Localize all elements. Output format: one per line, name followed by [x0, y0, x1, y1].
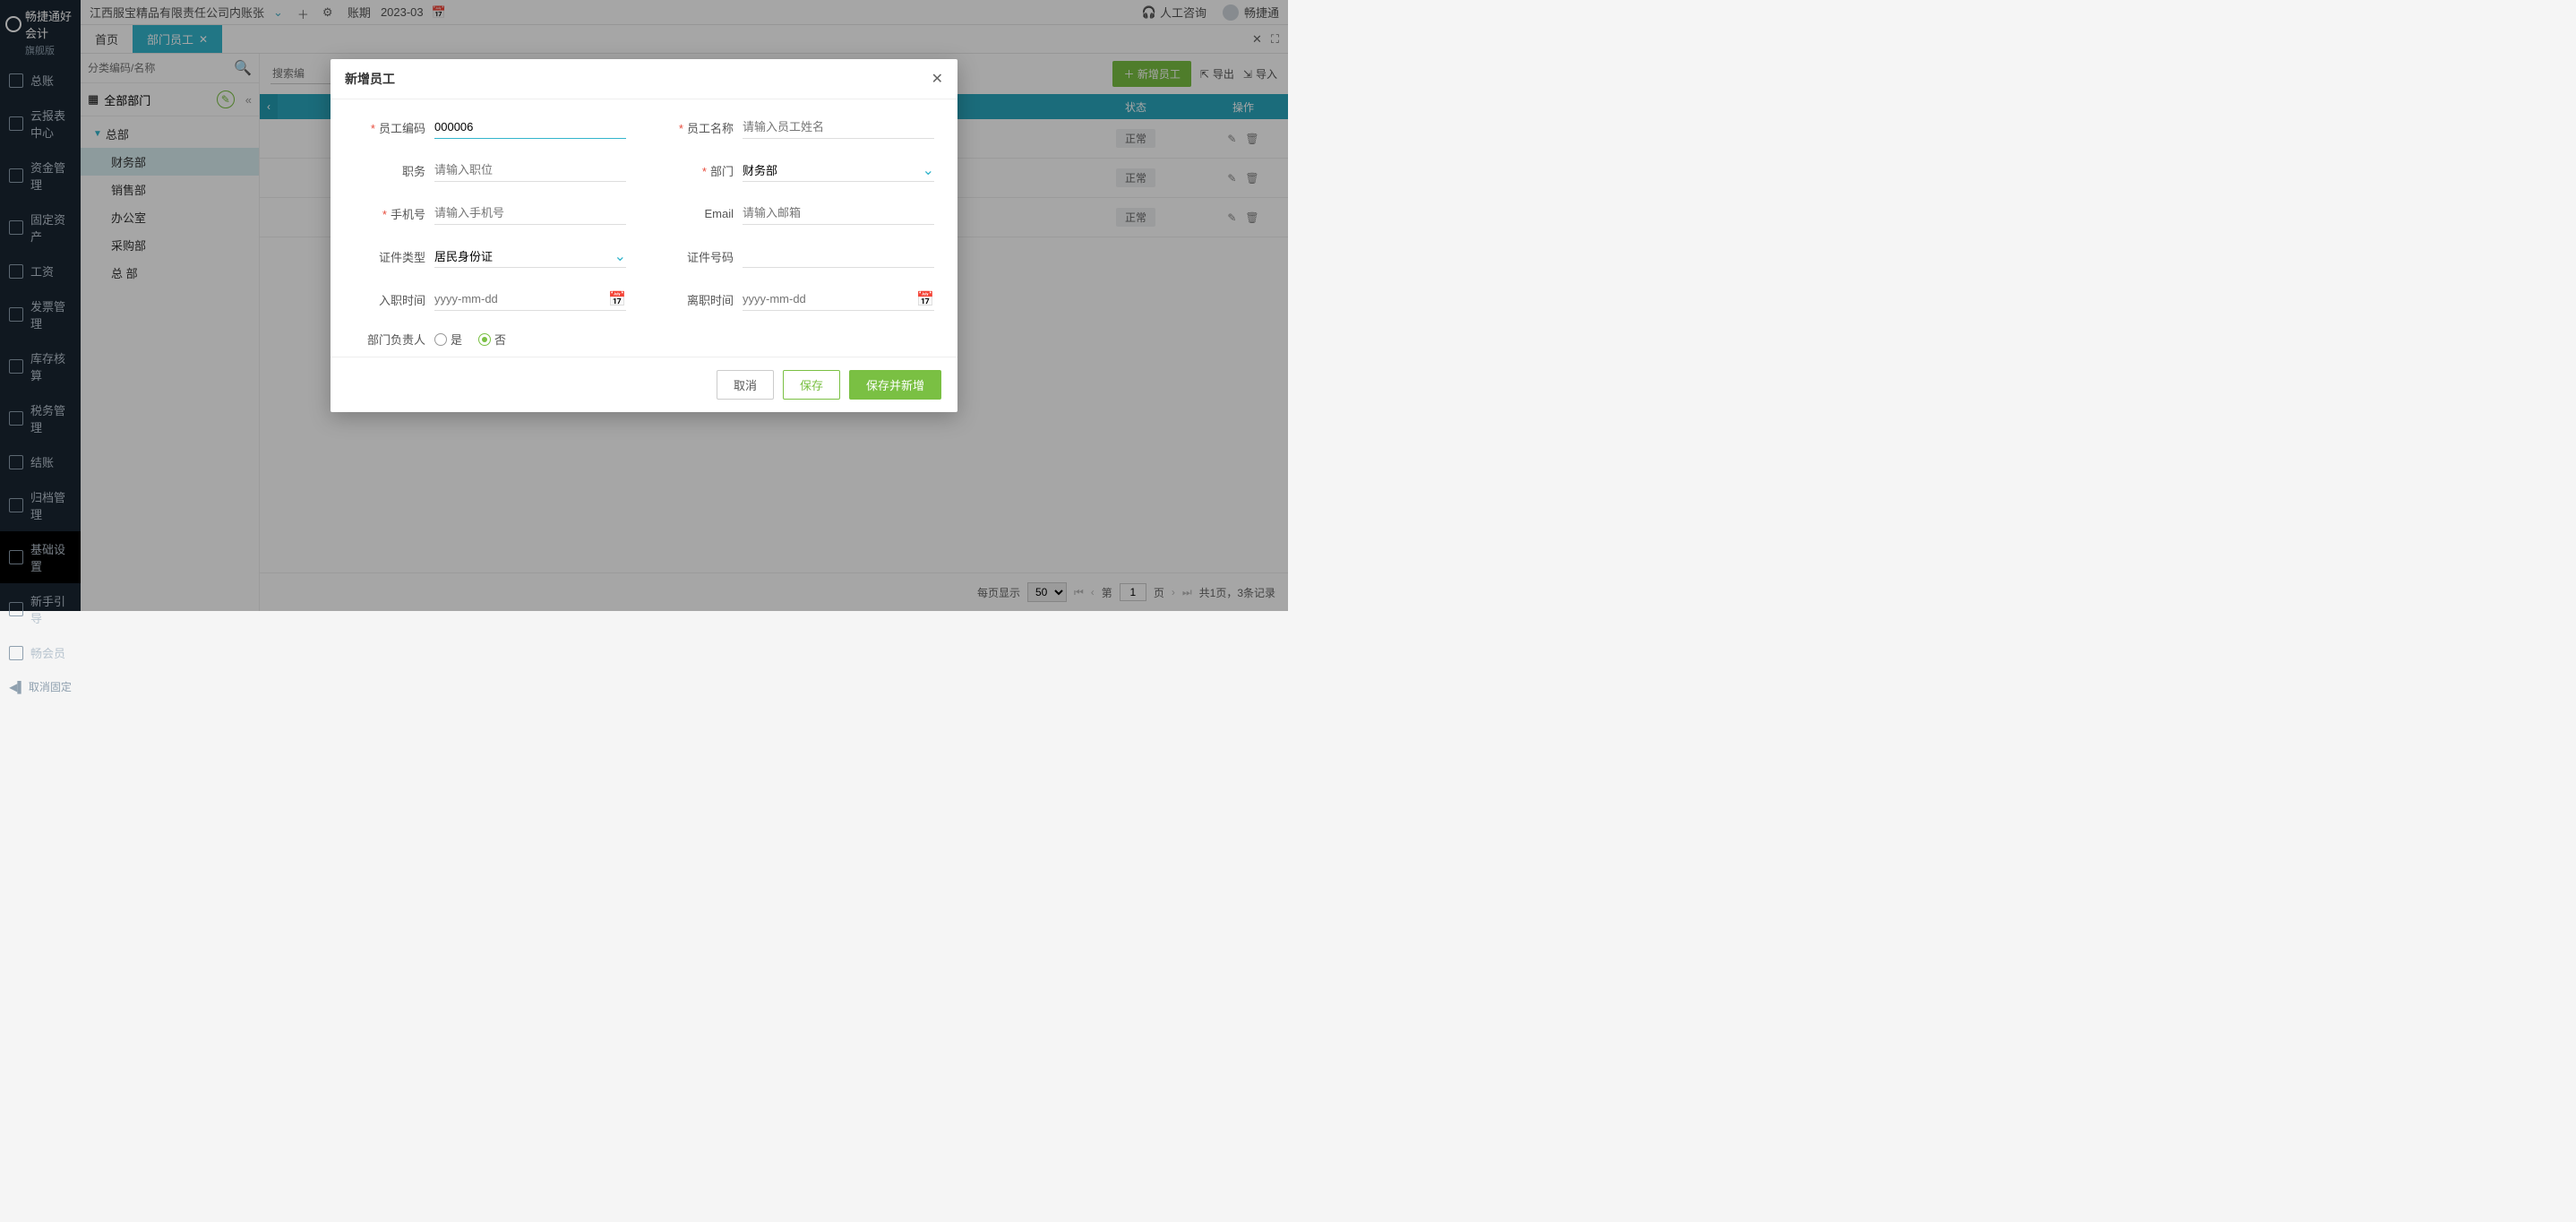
- chevron-down-icon[interactable]: ⌄: [614, 247, 626, 265]
- modal-title: 新增员工: [345, 70, 395, 88]
- modal-body: 员工编码 员工名称 职务 部门 ⌄ 手机号 Email 证件类型 ⌄ 证件号码: [331, 99, 957, 357]
- idtype-label: 证件类型: [354, 248, 434, 265]
- name-label: 员工名称: [662, 119, 743, 136]
- manager-label: 部门负责人: [354, 331, 434, 348]
- dept-select[interactable]: [743, 163, 934, 176]
- modal-header: 新增员工 ✕: [331, 59, 957, 99]
- field-idtype: 证件类型 ⌄: [354, 245, 626, 268]
- radio-yes[interactable]: 是: [434, 331, 462, 348]
- job-label: 职务: [354, 162, 434, 179]
- job-input[interactable]: [434, 163, 626, 176]
- save-button[interactable]: 保存: [783, 370, 840, 400]
- phone-input[interactable]: [434, 206, 626, 219]
- code-label: 员工编码: [354, 119, 434, 136]
- nav-member[interactable]: 畅会员: [0, 635, 81, 670]
- calendar-icon[interactable]: 📅: [916, 290, 934, 308]
- unpin-button[interactable]: ◀▌取消固定: [0, 670, 81, 703]
- leave-date-input[interactable]: [743, 292, 934, 306]
- field-manager: 部门负责人 是 否: [354, 331, 934, 348]
- dept-label: 部门: [662, 162, 743, 179]
- save-and-new-button[interactable]: 保存并新增: [849, 370, 941, 400]
- field-name: 员工名称: [662, 116, 934, 139]
- email-label: Email: [662, 207, 743, 220]
- field-idno: 证件号码: [662, 245, 934, 268]
- field-dept: 部门 ⌄: [662, 159, 934, 182]
- radio-icon: [434, 333, 447, 346]
- idno-label: 证件号码: [662, 248, 743, 265]
- vip-icon: [9, 646, 23, 660]
- idno-input[interactable]: [743, 249, 934, 262]
- code-input[interactable]: [434, 120, 626, 133]
- leave-label: 离职时间: [662, 291, 743, 308]
- idtype-select[interactable]: [434, 249, 626, 262]
- field-hire: 入职时间 📅: [354, 288, 626, 311]
- radio-icon: [478, 333, 491, 346]
- modal-footer: 取消 保存 保存并新增: [331, 357, 957, 412]
- chevron-down-icon[interactable]: ⌄: [923, 161, 934, 179]
- field-email: Email: [662, 202, 934, 225]
- field-code: 员工编码: [354, 116, 626, 139]
- field-phone: 手机号: [354, 202, 626, 225]
- calendar-icon[interactable]: 📅: [608, 290, 626, 308]
- hire-label: 入职时间: [354, 291, 434, 308]
- close-icon[interactable]: ✕: [932, 70, 943, 88]
- email-input[interactable]: [743, 206, 934, 219]
- cancel-button[interactable]: 取消: [717, 370, 774, 400]
- add-staff-modal: 新增员工 ✕ 员工编码 员工名称 职务 部门 ⌄ 手机号 Email 证件类型: [331, 59, 957, 412]
- field-leave: 离职时间 📅: [662, 288, 934, 311]
- name-input[interactable]: [743, 120, 934, 133]
- field-job: 职务: [354, 159, 626, 182]
- radio-no[interactable]: 否: [478, 331, 506, 348]
- hire-date-input[interactable]: [434, 292, 626, 306]
- phone-label: 手机号: [354, 205, 434, 222]
